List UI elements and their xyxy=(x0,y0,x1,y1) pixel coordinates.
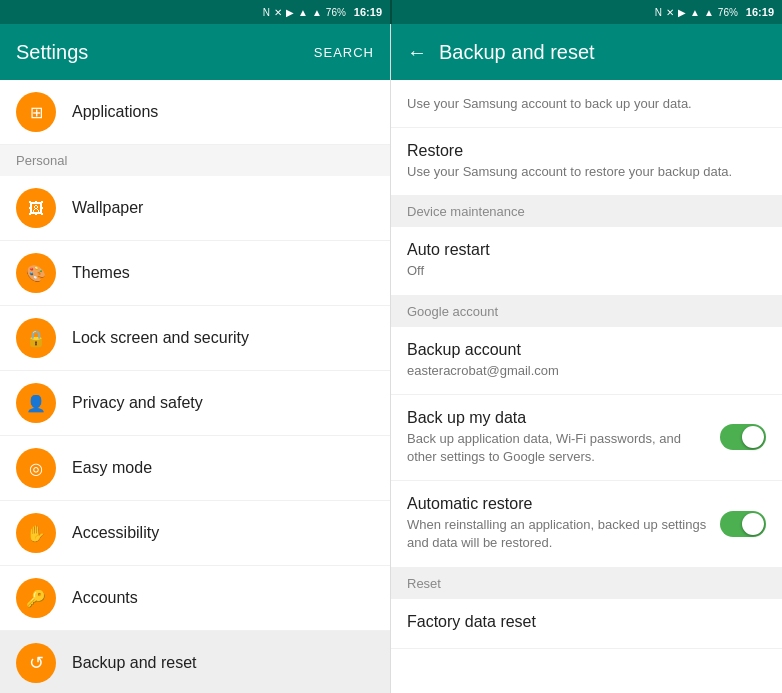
automatic-restore-title: Automatic restore xyxy=(407,495,708,513)
sidebar-item-privacy[interactable]: Privacy and safety xyxy=(0,371,390,436)
restore-title: Restore xyxy=(407,142,766,160)
back-up-data-subtitle: Back up application data, Wi-Fi password… xyxy=(407,430,708,466)
sidebar-item-accounts[interactable]: Accounts xyxy=(0,566,390,631)
toggle-track xyxy=(720,424,766,450)
wallpaper-icon-glyph xyxy=(28,198,44,219)
mute-icon-r: ✕ xyxy=(666,7,674,18)
play-icon: ▶ xyxy=(286,7,294,18)
backup-intro-item: Use your Samsung account to back up your… xyxy=(391,80,782,128)
left-header: Settings SEARCH xyxy=(0,24,390,80)
left-panel: Settings SEARCH Applications Personal Wa… xyxy=(0,24,391,693)
backup-icon-glyph xyxy=(29,652,44,674)
right-panel: ← Backup and reset Use your Samsung acco… xyxy=(391,24,782,693)
google-account-section: Google account xyxy=(391,296,782,327)
automatic-restore-item[interactable]: Automatic restore When reinstalling an a… xyxy=(391,481,782,567)
lock-icon xyxy=(16,318,56,358)
search-button[interactable]: SEARCH xyxy=(314,45,374,60)
time-left: 16:19 xyxy=(354,6,382,18)
sidebar-item-lock-screen[interactable]: Lock screen and security xyxy=(0,306,390,371)
status-bar-left: N ✕ ▶ ▲ ▲ 76% 16:19 xyxy=(0,0,390,24)
auto-restart-subtitle: Off xyxy=(407,262,766,280)
sidebar-item-applications[interactable]: Applications xyxy=(0,80,390,145)
left-status-icons: N ✕ ▶ ▲ ▲ 76% 16:19 xyxy=(263,6,382,18)
sidebar-item-backup[interactable]: Backup and reset xyxy=(0,631,390,693)
auto-restart-title: Auto restart xyxy=(407,241,766,259)
auto-toggle-thumb xyxy=(742,513,764,535)
settings-list: Applications Personal Wallpaper Themes xyxy=(0,80,390,693)
mute-icon: ✕ xyxy=(274,7,282,18)
back-up-data-item[interactable]: Back up my data Back up application data… xyxy=(391,395,782,481)
right-content: Use your Samsung account to back up your… xyxy=(391,80,782,693)
accessibility-icon-glyph xyxy=(26,523,46,544)
right-status-icons: N ✕ ▶ ▲ ▲ 76% 16:19 xyxy=(655,6,774,18)
time-right: 16:19 xyxy=(746,6,774,18)
restore-subtitle: Use your Samsung account to restore your… xyxy=(407,163,766,181)
backup-intro-subtitle: Use your Samsung account to back up your… xyxy=(407,96,692,111)
back-up-data-row: Back up my data Back up application data… xyxy=(407,409,766,466)
restore-item[interactable]: Restore Use your Samsung account to rest… xyxy=(391,128,782,196)
applications-label: Applications xyxy=(72,103,158,121)
main-layout: Settings SEARCH Applications Personal Wa… xyxy=(0,24,782,693)
factory-reset-title: Factory data reset xyxy=(407,613,766,631)
sidebar-item-wallpaper[interactable]: Wallpaper xyxy=(0,176,390,241)
privacy-icon xyxy=(16,383,56,423)
device-maintenance-section: Device maintenance xyxy=(391,196,782,227)
automatic-restore-row: Automatic restore When reinstalling an a… xyxy=(407,495,766,552)
right-panel-title: Backup and reset xyxy=(439,41,595,64)
privacy-label: Privacy and safety xyxy=(72,394,203,412)
themes-icon-glyph xyxy=(26,263,46,284)
wallpaper-icon xyxy=(16,188,56,228)
lock-screen-label: Lock screen and security xyxy=(72,329,249,347)
applications-icon xyxy=(16,92,56,132)
signal-icon: ▲ xyxy=(312,7,322,18)
settings-title: Settings xyxy=(16,41,88,64)
back-button[interactable]: ← xyxy=(407,41,427,64)
wifi-icon-r: ▲ xyxy=(690,7,700,18)
privacy-icon-glyph xyxy=(26,393,46,414)
status-bar: N ✕ ▶ ▲ ▲ 76% 16:19 N ✕ ▶ ▲ ▲ 76% 16:19 xyxy=(0,0,782,24)
back-up-data-toggle[interactable] xyxy=(720,424,766,450)
play-icon-r: ▶ xyxy=(678,7,686,18)
battery-left: 76% xyxy=(326,7,346,18)
accounts-icon xyxy=(16,578,56,618)
themes-icon xyxy=(16,253,56,293)
automatic-restore-subtitle: When reinstalling an application, backed… xyxy=(407,516,708,552)
sidebar-item-accessibility[interactable]: Accessibility xyxy=(0,501,390,566)
easy-icon-glyph xyxy=(29,458,43,479)
automatic-restore-toggle[interactable] xyxy=(720,511,766,537)
accessibility-label: Accessibility xyxy=(72,524,159,542)
accessibility-icon xyxy=(16,513,56,553)
status-bar-right: N ✕ ▶ ▲ ▲ 76% 16:19 xyxy=(392,0,782,24)
accounts-label: Accounts xyxy=(72,589,138,607)
backup-account-subtitle: easteracrobat@gmail.com xyxy=(407,362,766,380)
sidebar-item-themes[interactable]: Themes xyxy=(0,241,390,306)
notification-icon: N xyxy=(263,7,270,18)
apps-icon-glyph xyxy=(30,102,43,123)
easy-icon xyxy=(16,448,56,488)
backup-label: Backup and reset xyxy=(72,654,197,672)
auto-restart-item[interactable]: Auto restart Off xyxy=(391,227,782,295)
accounts-icon-glyph xyxy=(26,588,46,609)
personal-section-header: Personal xyxy=(0,145,390,176)
easy-mode-label: Easy mode xyxy=(72,459,152,477)
right-header: ← Backup and reset xyxy=(391,24,782,80)
backup-account-title: Backup account xyxy=(407,341,766,359)
notification-icon-r: N xyxy=(655,7,662,18)
signal-icon-r: ▲ xyxy=(704,7,714,18)
lock-icon-glyph xyxy=(26,328,46,349)
themes-label: Themes xyxy=(72,264,130,282)
auto-toggle-track xyxy=(720,511,766,537)
sidebar-item-easy-mode[interactable]: Easy mode xyxy=(0,436,390,501)
wallpaper-label: Wallpaper xyxy=(72,199,143,217)
reset-section: Reset xyxy=(391,568,782,599)
factory-reset-item[interactable]: Factory data reset xyxy=(391,599,782,649)
backup-account-item[interactable]: Backup account easteracrobat@gmail.com xyxy=(391,327,782,395)
back-up-data-title: Back up my data xyxy=(407,409,708,427)
backup-icon xyxy=(16,643,56,683)
battery-right: 76% xyxy=(718,7,738,18)
toggle-thumb xyxy=(742,426,764,448)
wifi-icon: ▲ xyxy=(298,7,308,18)
